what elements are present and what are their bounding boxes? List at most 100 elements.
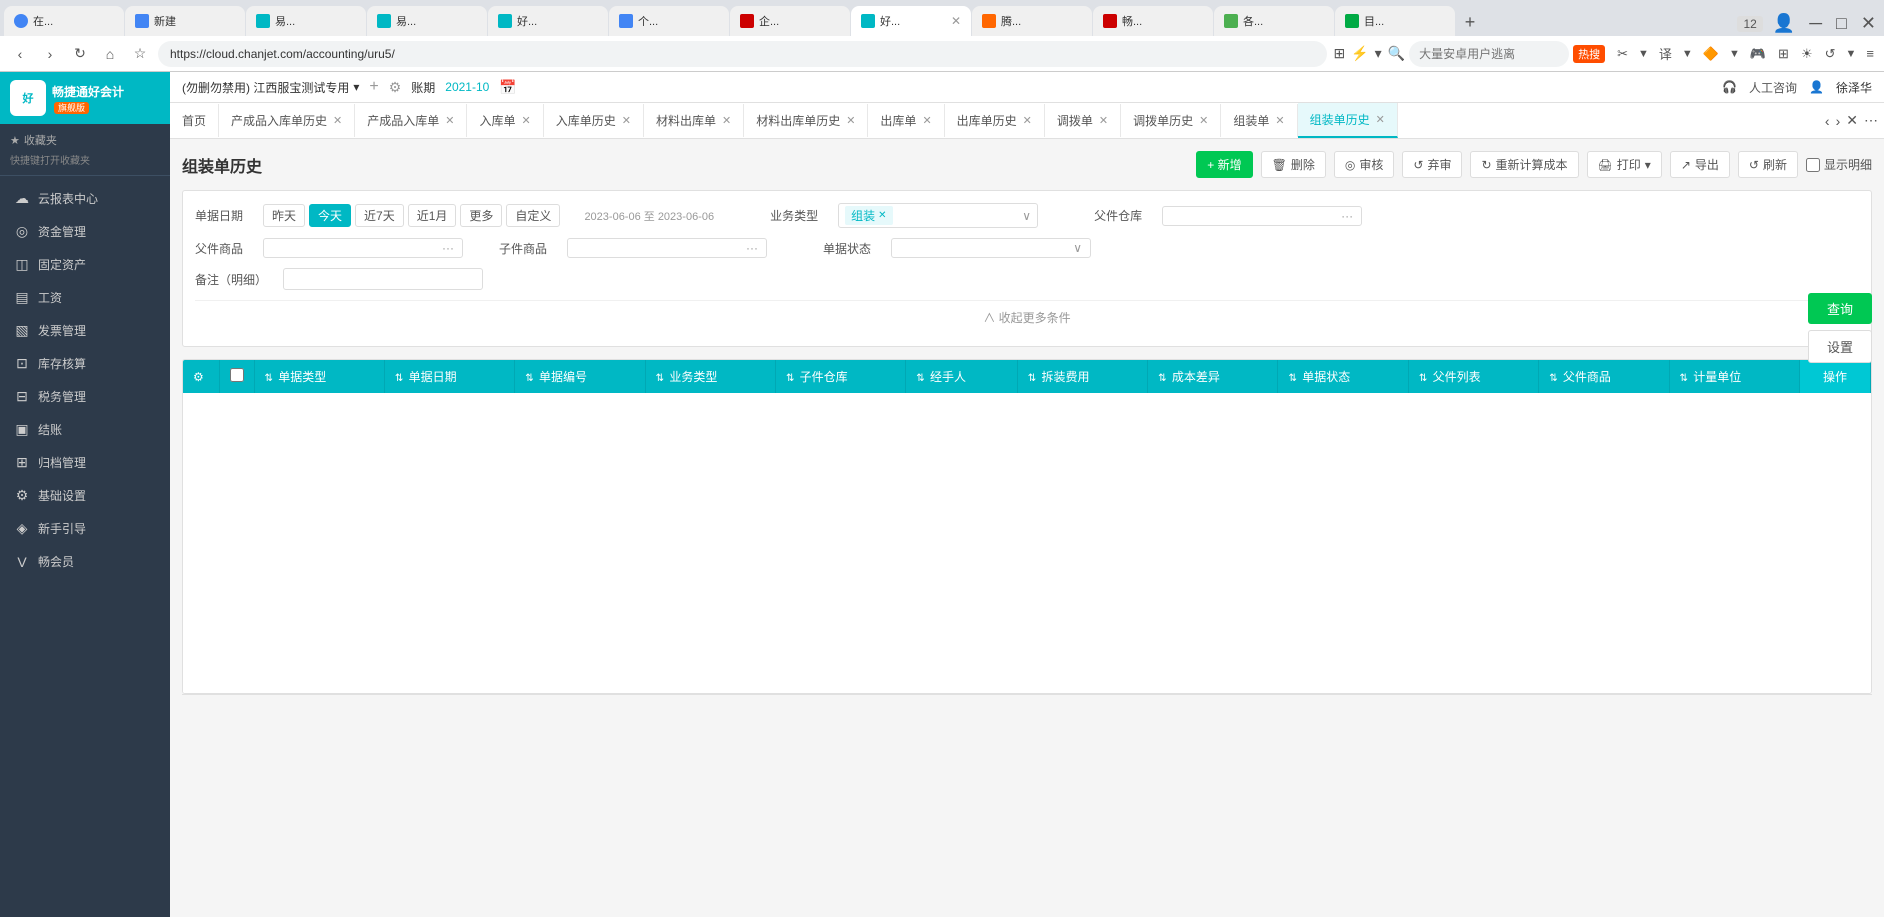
browser-tab-3[interactable]: 易...	[246, 6, 366, 36]
nav-tab-out-close[interactable]: ✕	[922, 114, 931, 127]
forward-button[interactable]: ›	[38, 42, 62, 66]
nav-tab-assemble-history[interactable]: 组装单历史 ✕	[1298, 103, 1398, 138]
browser-tab-1[interactable]: 在...	[4, 6, 124, 36]
nav-tab-material-out-close[interactable]: ✕	[722, 114, 731, 127]
col-parent-list[interactable]: ⇅ 父件列表	[1408, 360, 1538, 393]
nav-tab-produce-in-history[interactable]: 产成品入库单历史 ✕	[219, 104, 355, 137]
window-close-icon[interactable]: ✕	[1857, 11, 1880, 36]
add-button[interactable]: + 新增	[1196, 151, 1252, 178]
sidebar-item-guide[interactable]: ◈ 新手引导	[0, 512, 170, 545]
biz-type-dropdown-icon[interactable]: ∨	[1022, 209, 1031, 223]
tabs-left-arrow[interactable]: ‹	[1823, 111, 1832, 131]
nav-tab-adjust[interactable]: 调拨单 ✕	[1045, 104, 1121, 137]
col-biztype[interactable]: ⇅ 业务类型	[645, 360, 775, 393]
sidebar-item-payroll[interactable]: ▤ 工资	[0, 281, 170, 314]
emoji-icon[interactable]: 🔶	[1701, 44, 1721, 64]
date-btn-custom[interactable]: 自定义	[506, 204, 560, 227]
child-goods-more-icon[interactable]: ···	[746, 241, 758, 255]
doc-status-dropdown[interactable]: ∨	[891, 238, 1091, 258]
back-button[interactable]: ‹	[8, 42, 32, 66]
profile-icon[interactable]: 👤	[1769, 11, 1799, 36]
nav-tab-adjust-close[interactable]: ✕	[1099, 114, 1108, 127]
collapse-bar[interactable]: ∧ 收起更多条件	[195, 300, 1859, 334]
nav-tab-assemble[interactable]: 组装单 ✕	[1221, 104, 1297, 137]
horizontal-scrollbar[interactable]	[182, 694, 1872, 706]
child-goods-dropdown[interactable]: ···	[567, 238, 767, 258]
nav-tab-material-out-history[interactable]: 材料出库单历史 ✕	[744, 104, 868, 137]
add-company-icon[interactable]: +	[369, 78, 378, 96]
nav-tab-adjust-history[interactable]: 调拨单历史 ✕	[1121, 104, 1221, 137]
browser-tab-11[interactable]: 各...	[1214, 6, 1334, 36]
reload-button[interactable]: ↻	[68, 42, 92, 66]
date-btn-yesterday[interactable]: 昨天	[263, 204, 305, 227]
browser-tab-9[interactable]: 腾...	[972, 6, 1092, 36]
nav-tab-adjust-history-close[interactable]: ✕	[1199, 114, 1208, 127]
select-all-checkbox[interactable]	[230, 368, 244, 382]
col-settings[interactable]: ⚙	[183, 360, 219, 393]
review-button[interactable]: ◎ 审核	[1334, 151, 1395, 178]
nav-tab-out[interactable]: 出库单 ✕	[868, 104, 944, 137]
date-btn-more[interactable]: 更多	[460, 204, 502, 227]
sidebar-item-inventory[interactable]: ⊡ 库存核算	[0, 347, 170, 380]
col-disassemble-fee[interactable]: ⇅ 拆装费用	[1017, 360, 1147, 393]
sidebar-item-archive[interactable]: ⊞ 归档管理	[0, 446, 170, 479]
nav-tab-out-history-close[interactable]: ✕	[1023, 114, 1032, 127]
minimize-icon[interactable]: ─	[1805, 11, 1826, 36]
display-toggle[interactable]: 显示明细	[1806, 156, 1872, 173]
col-date[interactable]: ⇅ 单据日期	[384, 360, 514, 393]
tabs-more-icon[interactable]: ⋯	[1862, 110, 1880, 131]
col-doc-status[interactable]: ⇅ 单据状态	[1278, 360, 1408, 393]
recalculate-button[interactable]: ↻ 重新计算成本	[1470, 151, 1578, 178]
date-btn-today[interactable]: 今天	[309, 204, 351, 227]
col-unit[interactable]: ⇅ 计量单位	[1669, 360, 1799, 393]
tabs-close-icon[interactable]: ✕	[1844, 110, 1860, 131]
nav-tab-stock-in-history-close[interactable]: ✕	[622, 114, 631, 127]
grid-icon[interactable]: ⊞	[1776, 44, 1791, 64]
col-child-warehouse[interactable]: ⇅ 子件仓库	[775, 360, 905, 393]
parent-warehouse-dropdown[interactable]: ···	[1162, 206, 1362, 226]
game-icon[interactable]: 🎮	[1748, 44, 1768, 64]
browser-tab-5[interactable]: 好...	[488, 6, 608, 36]
parent-goods-more-icon[interactable]: ···	[442, 241, 454, 255]
user-service[interactable]: 人工咨询	[1749, 79, 1797, 96]
tabs-right-arrow[interactable]: ›	[1834, 111, 1843, 131]
nav-tab-stock-in-close[interactable]: ✕	[522, 114, 531, 127]
nav-tab-produce-in-history-close[interactable]: ✕	[333, 114, 342, 127]
scissors-icon[interactable]: ✂	[1615, 44, 1630, 64]
nav-tab-produce-in-close[interactable]: ✕	[445, 114, 454, 127]
company-selector[interactable]: (勿删勿禁用) 江西服宝测试专用 ▾	[182, 79, 359, 96]
undo-icon[interactable]: ↺	[1823, 44, 1838, 64]
nav-tab-produce-in[interactable]: 产成品入库单 ✕	[355, 104, 467, 137]
menu-icon[interactable]: ≡	[1864, 44, 1876, 63]
browser-tab-2[interactable]: 新建	[125, 6, 245, 36]
qr-icon[interactable]: ⊞	[1333, 45, 1345, 62]
dropdown-arrow-icon[interactable]: ▾	[1375, 45, 1382, 62]
sidebar-item-cloud-report[interactable]: ☁ 云报表中心	[0, 182, 170, 215]
sidebar-item-invoice[interactable]: ▧ 发票管理	[0, 314, 170, 347]
nav-tab-out-history[interactable]: 出库单历史 ✕	[945, 104, 1045, 137]
sidebar-item-fixed-assets[interactable]: ◫ 固定资产	[0, 248, 170, 281]
parent-goods-dropdown[interactable]: ···	[263, 238, 463, 258]
table-settings-icon[interactable]: ⚙	[193, 370, 204, 384]
biz-type-input[interactable]: 组装 ✕ ∨	[838, 203, 1038, 228]
nav-tab-assemble-close[interactable]: ✕	[1275, 114, 1284, 127]
nav-tab-stock-in[interactable]: 入库单 ✕	[467, 104, 543, 137]
browser-tab-12[interactable]: 目...	[1335, 6, 1455, 36]
translate-icon[interactable]: 译	[1657, 42, 1674, 65]
biz-type-tag-remove[interactable]: ✕	[878, 210, 886, 221]
nav-tab-home[interactable]: 首页	[170, 104, 219, 137]
col-number[interactable]: ⇅ 单据编号	[515, 360, 645, 393]
nav-tab-stock-in-history[interactable]: 入库单历史 ✕	[544, 104, 644, 137]
setting-button[interactable]: 设置	[1808, 330, 1872, 363]
browser-tab-10[interactable]: 畅...	[1093, 6, 1213, 36]
col-check[interactable]	[219, 360, 254, 393]
sidebar-item-tax[interactable]: ⊟ 税务管理	[0, 380, 170, 413]
abandon-button[interactable]: ↺ 弃审	[1402, 151, 1462, 178]
sidebar-item-basic[interactable]: ⚙ 基础设置	[0, 479, 170, 512]
tab-8-close[interactable]: ✕	[951, 14, 961, 28]
browser-tab-6[interactable]: 个...	[609, 6, 729, 36]
new-tab-button[interactable]: +	[1456, 8, 1484, 36]
settings-icon[interactable]: ⚙	[389, 79, 402, 96]
query-button[interactable]: 查询	[1808, 293, 1872, 324]
browser-tab-8[interactable]: 好... ✕	[851, 6, 971, 36]
